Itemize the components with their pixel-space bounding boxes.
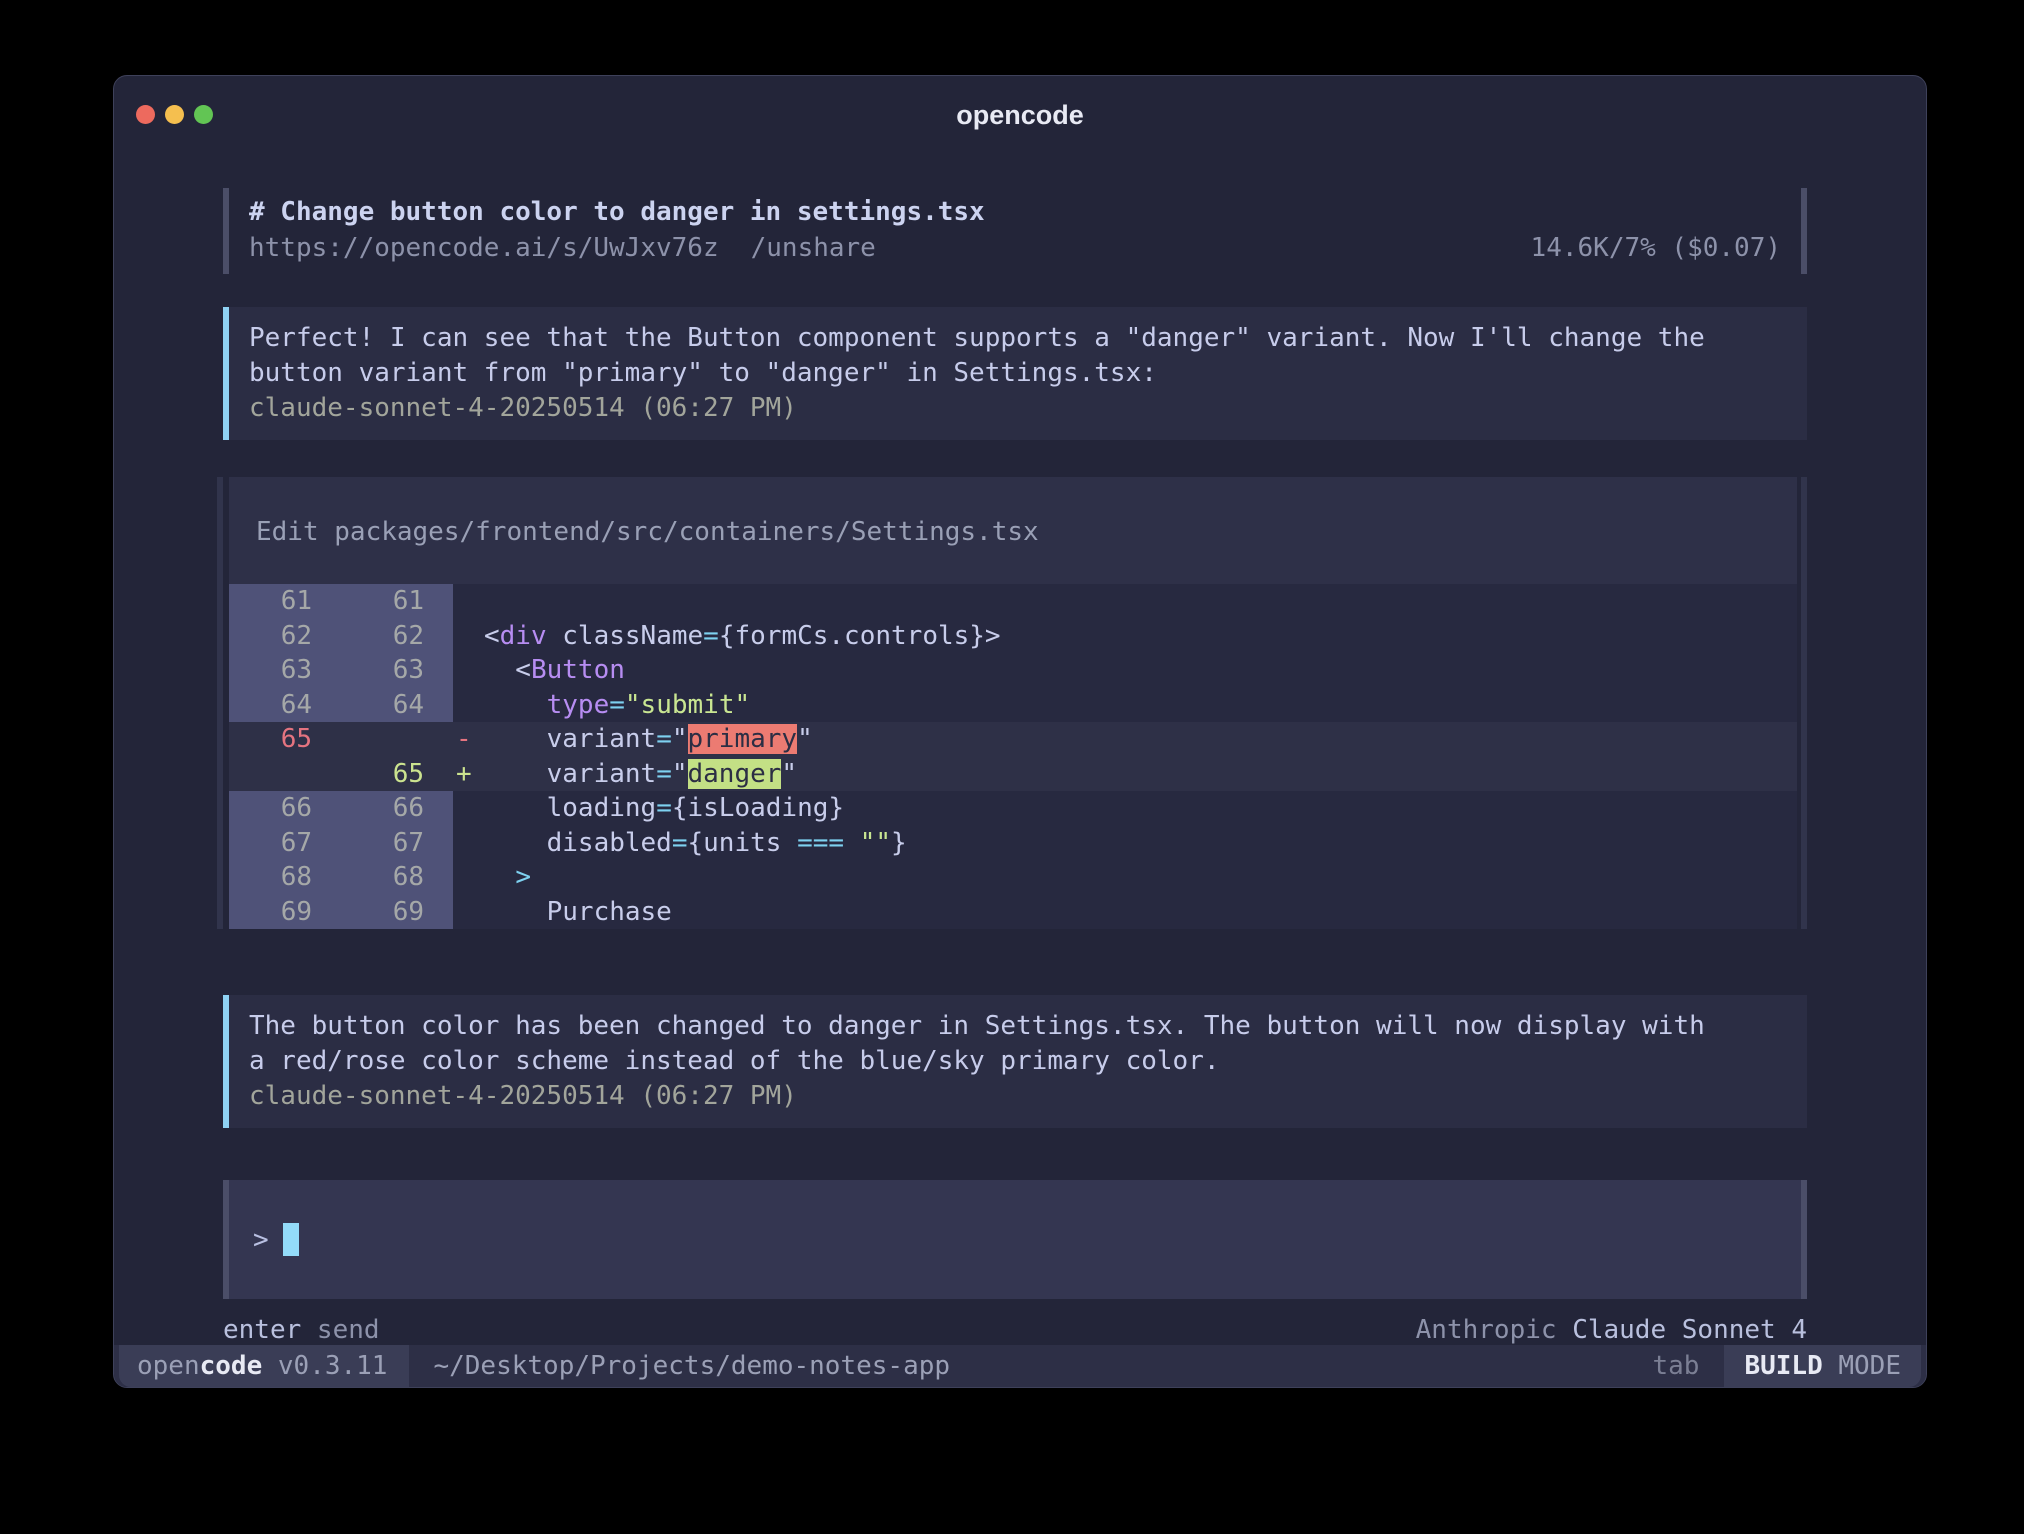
app-version: v0.3.11 <box>278 1351 388 1381</box>
window-title: opencode <box>114 100 1926 131</box>
working-directory: ~/Desktop/Projects/demo-notes-app <box>433 1351 950 1381</box>
message-meta: claude-sonnet-4-20250514 (06:27 PM) <box>249 391 1807 426</box>
prompt-input[interactable]: > <box>223 1180 1807 1299</box>
mode-label: MODE <box>1838 1351 1901 1381</box>
diff-row: 6868 > <box>229 860 1797 895</box>
assistant-message: Perfect! I can see that the Button compo… <box>223 307 1807 440</box>
app-window: opencode # Change button color to danger… <box>113 75 1927 1388</box>
titlebar: opencode <box>114 76 1926 149</box>
message-meta: claude-sonnet-4-20250514 (06:27 PM) <box>249 1079 1807 1114</box>
session-title: # Change button color to danger in setti… <box>249 194 1801 230</box>
tab-hint: tab <box>1652 1351 1699 1381</box>
prompt-caret: > <box>253 1225 269 1255</box>
diff-row: 6262<div className={formCs.controls}> <box>229 619 1797 654</box>
assistant-message: The button color has been changed to dan… <box>223 995 1807 1128</box>
model-name: Claude Sonnet 4 <box>1572 1315 1807 1345</box>
enter-hint-key: enter <box>223 1315 301 1345</box>
diff-row: 65- variant="primary" <box>229 722 1797 757</box>
edit-tool-card: Edit packages/frontend/src/containers/Se… <box>229 477 1797 929</box>
diff-row: 6666 loading={isLoading} <box>229 791 1797 826</box>
diff-row: 6464 type="submit" <box>229 688 1797 723</box>
diff-row: 65+ variant="danger" <box>229 757 1797 792</box>
diff-row: 6969 Purchase <box>229 895 1797 930</box>
provider-name: Anthropic <box>1416 1315 1557 1345</box>
diff-row: 6363 <Button <box>229 653 1797 688</box>
unshare-command[interactable]: /unshare <box>751 230 876 266</box>
brand-chip: opencode v0.3.11 <box>119 1345 409 1387</box>
hint-bar: enter send Anthropic Claude Sonnet 4 <box>223 1313 1807 1348</box>
session-header: # Change button color to danger in setti… <box>223 188 1807 274</box>
mode-chip[interactable]: BUILD MODE <box>1724 1345 1921 1387</box>
edit-file-header: Edit packages/frontend/src/containers/Se… <box>229 477 1797 584</box>
message-text: The button color has been changed to dan… <box>249 1009 1807 1079</box>
diff-row: 6161 <box>229 584 1797 619</box>
brand-open: open <box>137 1351 200 1381</box>
token-stats: 14.6K/7% ($0.07) <box>1531 230 1801 266</box>
brand-code: code <box>200 1351 263 1381</box>
enter-hint-action: send <box>317 1315 380 1345</box>
share-url[interactable]: https://opencode.ai/s/UwJxv76z <box>249 230 719 266</box>
diff-rows: 61616262<div className={formCs.controls}… <box>229 584 1797 929</box>
mode-name: BUILD <box>1744 1351 1822 1381</box>
message-text: Perfect! I can see that the Button compo… <box>249 321 1807 391</box>
session-content: # Change button color to danger in setti… <box>114 188 1926 1348</box>
diff-row: 6767 disabled={units === ""} <box>229 826 1797 861</box>
status-bar: opencode v0.3.11 ~/Desktop/Projects/demo-… <box>114 1345 1926 1387</box>
text-cursor <box>283 1223 299 1256</box>
